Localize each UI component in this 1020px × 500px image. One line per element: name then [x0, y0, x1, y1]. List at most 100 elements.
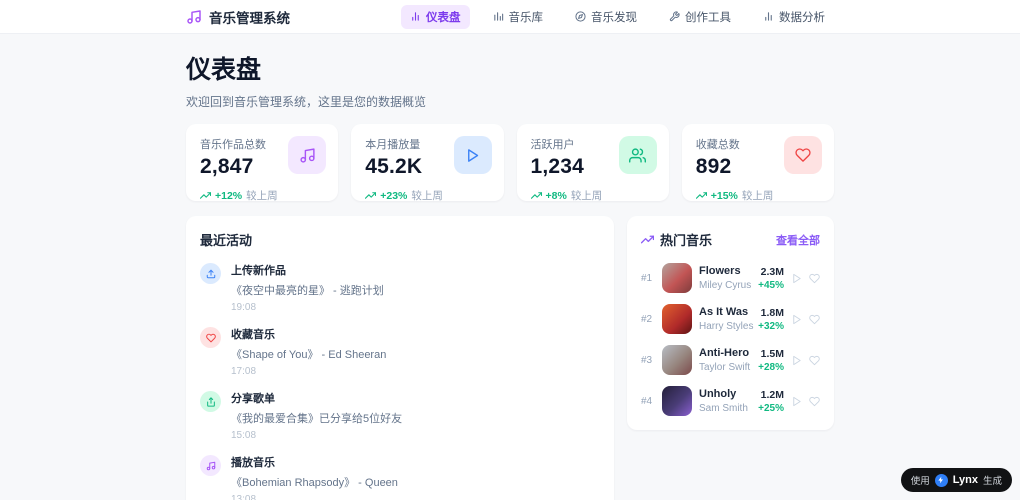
view-all-link[interactable]: 查看全部 — [776, 232, 820, 248]
stat-trend-suffix: 较上周 — [246, 190, 278, 202]
activity-action: 分享歌单 — [231, 393, 275, 405]
song-trend: +28% — [758, 361, 784, 373]
stats-row: 音乐作品总数 2,847 +12% 较上周 本月播放量 45.2K +23% 较… — [186, 124, 834, 202]
song-trend: +45% — [758, 279, 784, 291]
upload-icon — [200, 263, 221, 284]
page-subtitle: 欢迎回到音乐管理系统，这里是您的数据概览 — [186, 95, 427, 109]
activity-detail: 《我的最爱合集》已分享给5位好友 — [231, 413, 403, 425]
activity-time: 19:08 — [231, 302, 257, 313]
hot-music-panel: 热门音乐 查看全部 #1 Flowers Miley Cyrus 2.3M +4… — [627, 216, 834, 430]
song-row[interactable]: #4 Unholy Sam Smith 1.2M +25% — [641, 386, 820, 416]
badge-suffix: 生成 — [982, 476, 1002, 487]
activity-action: 播放音乐 — [231, 457, 275, 469]
favorite-button[interactable] — [809, 396, 820, 407]
activity-item-share[interactable]: 分享歌单 《我的最爱合集》已分享给5位好友 15:08 — [200, 390, 600, 441]
activity-item-play[interactable]: 播放音乐 《Bohemian Rhapsody》 - Queen 13:08 — [200, 454, 600, 500]
bar-chart-icon — [410, 11, 421, 22]
trending-up-icon — [695, 190, 707, 201]
nav-item-dashboard[interactable]: 仪表盘 — [401, 4, 470, 29]
song-rank: #3 — [641, 354, 653, 366]
compass-icon — [575, 11, 586, 22]
song-row[interactable]: #2 As It Was Harry Styles 1.8M +32% — [641, 304, 820, 334]
music-note-icon — [200, 455, 221, 476]
activity-item-favorite[interactable]: 收藏音乐 《Shape of You》 - Ed Sheeran 17:08 — [200, 326, 600, 377]
app-title: 音乐管理系统 — [209, 10, 290, 26]
nav-item-analytics[interactable]: 数据分析 — [754, 5, 834, 29]
stat-trend-suffix: 较上周 — [741, 190, 774, 202]
stat-trend: +23% — [380, 189, 408, 202]
song-title: As It Was — [699, 306, 749, 318]
nav-item-discover[interactable]: 音乐发现 — [566, 5, 646, 29]
album-art — [662, 345, 692, 375]
activity-item-upload[interactable]: 上传新作品 《夜空中最亮的星》 - 逃跑计划 19:08 — [200, 262, 600, 313]
song-artist: Sam Smith — [699, 403, 748, 414]
activity-detail: 《Shape of You》 - Ed Sheeran — [231, 349, 387, 361]
song-artist: Miley Cyrus — [699, 280, 752, 291]
song-rank: #1 — [641, 272, 653, 284]
stat-card-monthly-plays: 本月播放量 45.2K +23% 较上周 — [351, 124, 504, 202]
play-button[interactable] — [791, 314, 802, 325]
trending-up-icon — [365, 190, 377, 201]
music-note-icon — [288, 136, 327, 174]
song-artist: Taylor Swift — [699, 362, 751, 373]
play-button[interactable] — [791, 396, 802, 407]
song-title: Unholy — [699, 388, 737, 400]
nav-label: 仪表盘 — [426, 11, 461, 24]
activity-time: 13:08 — [231, 494, 257, 500]
heart-icon — [200, 327, 221, 348]
stat-trend-suffix: 较上周 — [570, 190, 603, 202]
activity-detail: 《Bohemian Rhapsody》 - Queen — [231, 477, 398, 489]
hot-music-title: 热门音乐 — [660, 233, 713, 248]
song-plays: 2.3M — [760, 265, 784, 278]
song-row[interactable]: #3 Anti-Hero Taylor Swift 1.5M +28% — [641, 345, 820, 375]
main-nav: 仪表盘 音乐库 音乐发现 创作工具 数据分析 — [401, 4, 834, 29]
page-title: 仪表盘 — [186, 56, 262, 84]
stat-trend: +12% — [215, 189, 243, 202]
activity-detail: 《夜空中最亮的星》 - 逃跑计划 — [231, 285, 384, 297]
stat-card-total-tracks: 音乐作品总数 2,847 +12% 较上周 — [186, 124, 339, 202]
song-plays: 1.5M — [760, 347, 784, 360]
app-logo[interactable]: 音乐管理系统 — [186, 7, 290, 27]
lynx-logo-icon — [934, 473, 948, 487]
nav-label: 音乐发现 — [591, 11, 637, 24]
badge-prefix: 使用 — [910, 476, 930, 487]
stat-trend: +8% — [545, 189, 567, 202]
activity-time: 17:08 — [231, 366, 257, 377]
favorite-button[interactable] — [809, 314, 820, 325]
recent-activities-panel: 最近活动 上传新作品 《夜空中最亮的星》 - 逃跑计划 19:08 收藏音乐 《… — [186, 216, 614, 500]
nav-label: 数据分析 — [779, 11, 825, 24]
trending-up-icon — [530, 190, 542, 201]
activities-title: 最近活动 — [200, 233, 253, 248]
song-row[interactable]: #1 Flowers Miley Cyrus 2.3M +45% — [641, 263, 820, 293]
stat-trend: +15% — [710, 189, 738, 202]
music-note-icon — [186, 9, 202, 25]
activity-action: 上传新作品 — [231, 265, 286, 277]
song-rank: #4 — [641, 395, 653, 407]
nav-label: 音乐库 — [508, 11, 544, 24]
favorite-button[interactable] — [809, 355, 820, 366]
stat-card-total-favorites: 收藏总数 892 +15% 较上周 — [681, 124, 834, 202]
play-button[interactable] — [791, 273, 802, 284]
users-icon — [618, 136, 657, 174]
play-button[interactable] — [791, 355, 802, 366]
album-art — [662, 304, 692, 334]
song-trend: +32% — [758, 320, 784, 332]
song-plays: 1.2M — [760, 388, 784, 401]
stat-trend-suffix: 较上周 — [411, 190, 443, 202]
stat-card-active-users: 活跃用户 1,234 +8% 较上周 — [516, 124, 669, 202]
nav-item-tools[interactable]: 创作工具 — [660, 5, 740, 29]
song-artist: Harry Styles — [699, 321, 754, 332]
play-icon — [453, 136, 492, 174]
activity-time: 15:08 — [231, 430, 257, 441]
song-title: Anti-Hero — [699, 347, 750, 359]
song-title: Flowers — [699, 265, 741, 277]
chart-icon — [763, 11, 774, 22]
favorite-button[interactable] — [809, 273, 820, 284]
nav-label: 创作工具 — [685, 11, 731, 24]
song-plays: 1.8M — [760, 306, 784, 319]
top-bar: 音乐管理系统 仪表盘 音乐库 音乐发现 创作工具 数据分析 — [0, 0, 1020, 34]
nav-item-library[interactable]: 音乐库 — [484, 5, 553, 29]
song-trend: +25% — [758, 402, 784, 414]
share-icon — [200, 391, 221, 412]
lynx-badge[interactable]: 使用 Lynx 生成 — [900, 468, 1012, 492]
